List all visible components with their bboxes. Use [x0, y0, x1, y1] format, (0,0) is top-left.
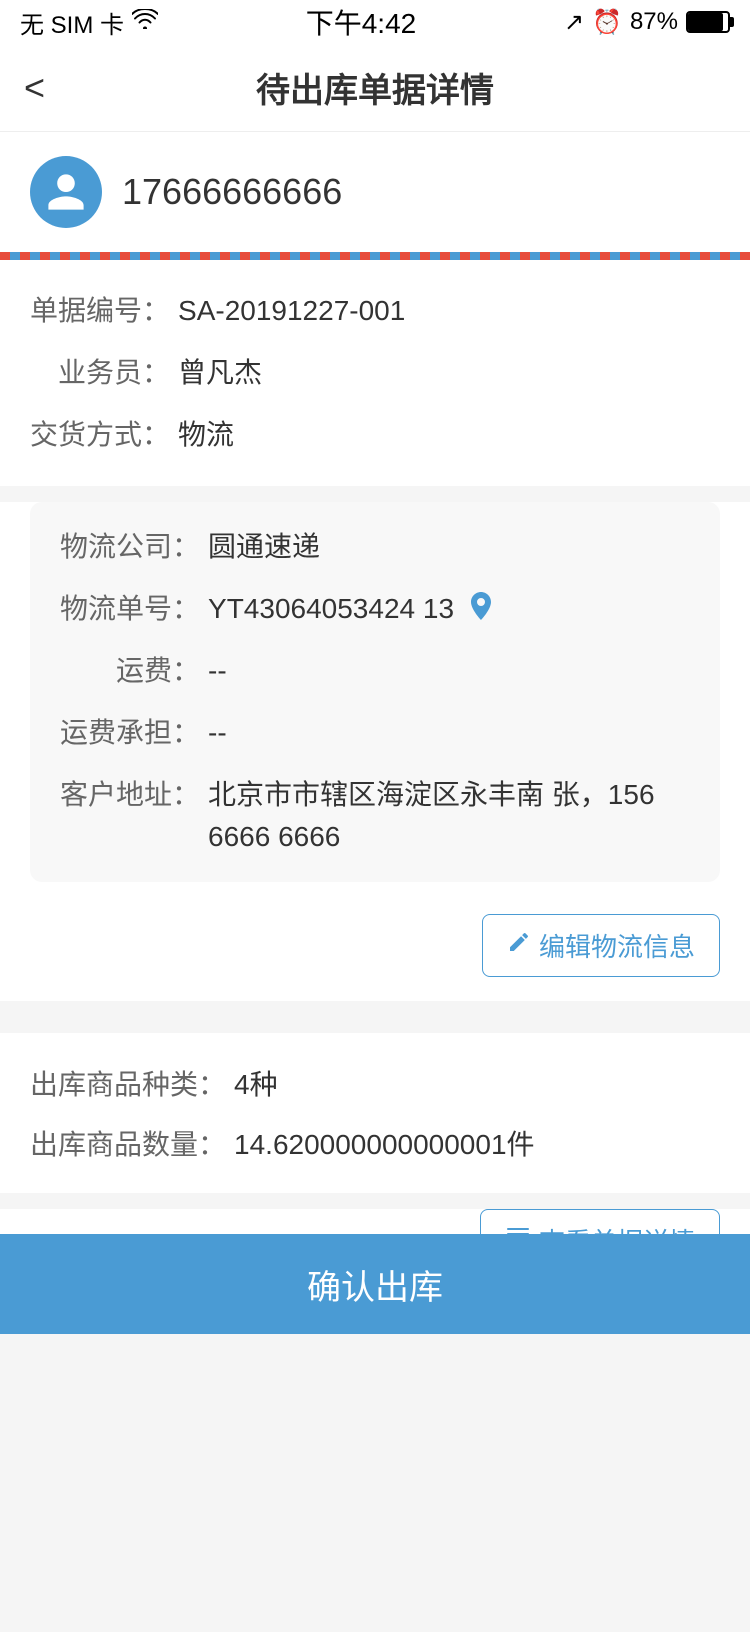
location-status-icon: ↗ [564, 8, 584, 37]
delivery-method-row: 交货方式： 物流 [30, 414, 720, 456]
user-card: 17666666666 [0, 132, 750, 252]
status-right: ↗ ⏰ 87% [564, 8, 730, 37]
order-info-section: 单据编号： SA-20191227-001 业务员： 曾凡杰 交货方式： 物流 [0, 260, 750, 486]
status-time: 下午4:42 [306, 2, 417, 42]
back-button[interactable]: < [24, 67, 45, 109]
logistics-tracking-value: YT43064053424 13 [208, 588, 690, 630]
page-title: 待出库单据详情 [256, 63, 494, 112]
status-bar: 无 SIM 卡 下午4:42 ↗ ⏰ 87% [0, 0, 750, 44]
sales-person-label: 业务员： [30, 352, 170, 394]
sales-person-row: 业务员： 曾凡杰 [30, 352, 720, 394]
logistics-address-value: 北京市市辖区海淀区永丰南 张，156 6666 6666 [208, 774, 690, 858]
section-divider [0, 1017, 750, 1033]
goods-type-row: 出库商品种类： 4种 [30, 1063, 720, 1103]
tracking-number: YT43064053424 13 [208, 588, 454, 630]
delivery-method-label: 交货方式： [30, 414, 170, 456]
edit-logistics-label: 编辑物流信息 [539, 927, 695, 964]
logistics-tracking-row: 物流单号： YT43064053424 13 [60, 588, 690, 630]
goods-type-label: 出库商品种类： [30, 1063, 226, 1103]
order-number-value: SA-20191227-001 [178, 290, 720, 332]
logistics-company-row: 物流公司： 圆通速递 [60, 526, 690, 568]
bottom-spacer [0, 1312, 750, 1512]
logistics-company-label: 物流公司： [60, 526, 200, 568]
goods-quantity-row: 出库商品数量： 14.620000000000001件 [30, 1123, 720, 1163]
logistics-address-row: 客户地址： 北京市市辖区海淀区永丰南 张，156 6666 6666 [60, 774, 690, 858]
logistics-freight-bearer-label: 运费承担： [60, 712, 200, 754]
battery-percent: 87% [630, 8, 678, 36]
delivery-method-value: 物流 [178, 414, 720, 456]
logistics-freight-value: -- [208, 650, 690, 692]
status-left: 无 SIM 卡 [20, 5, 158, 40]
battery-fill [688, 13, 723, 31]
logistics-freight-bearer-value: -- [208, 712, 690, 754]
wifi-icon [132, 8, 158, 36]
logistics-freight-label: 运费： [60, 650, 200, 692]
confirm-button-text: 确认出库 [307, 1260, 443, 1309]
confirm-button-bar[interactable]: 确认出库 [0, 1234, 750, 1334]
logistics-freight-row: 运费： -- [60, 650, 690, 692]
order-number-label: 单据编号： [30, 290, 170, 332]
edit-btn-row: 编辑物流信息 [0, 898, 750, 1001]
logistics-company-value: 圆通速递 [208, 526, 690, 568]
nav-bar: < 待出库单据详情 [0, 44, 750, 132]
logistics-card: 物流公司： 圆通速递 物流单号： YT43064053424 13 运费： -- [30, 502, 720, 882]
goods-quantity-label: 出库商品数量： [30, 1123, 226, 1163]
user-phone: 17666666666 [122, 171, 342, 213]
logistics-freight-bearer-row: 运费承担： -- [60, 712, 690, 754]
logistics-tracking-label: 物流单号： [60, 588, 200, 630]
sales-person-value: 曾凡杰 [178, 352, 720, 394]
carrier-text: 无 SIM 卡 [20, 5, 124, 40]
goods-quantity-value: 14.620000000000001件 [234, 1123, 535, 1163]
content-area: 17666666666 单据编号： SA-20191227-001 业务员： 曾… [0, 132, 750, 1632]
order-number-row: 单据编号： SA-20191227-001 [30, 290, 720, 332]
goods-type-value: 4种 [234, 1063, 278, 1103]
alarm-icon: ⏰ [592, 8, 622, 37]
logistics-address-label: 客户地址： [60, 774, 200, 816]
battery-icon [686, 11, 730, 33]
location-icon[interactable] [466, 592, 496, 626]
edit-icon [507, 930, 531, 961]
edit-logistics-button[interactable]: 编辑物流信息 [482, 914, 720, 977]
dashed-divider [0, 252, 750, 260]
goods-section: 出库商品种类： 4种 出库商品数量： 14.620000000000001件 [0, 1033, 750, 1193]
avatar [30, 156, 102, 228]
